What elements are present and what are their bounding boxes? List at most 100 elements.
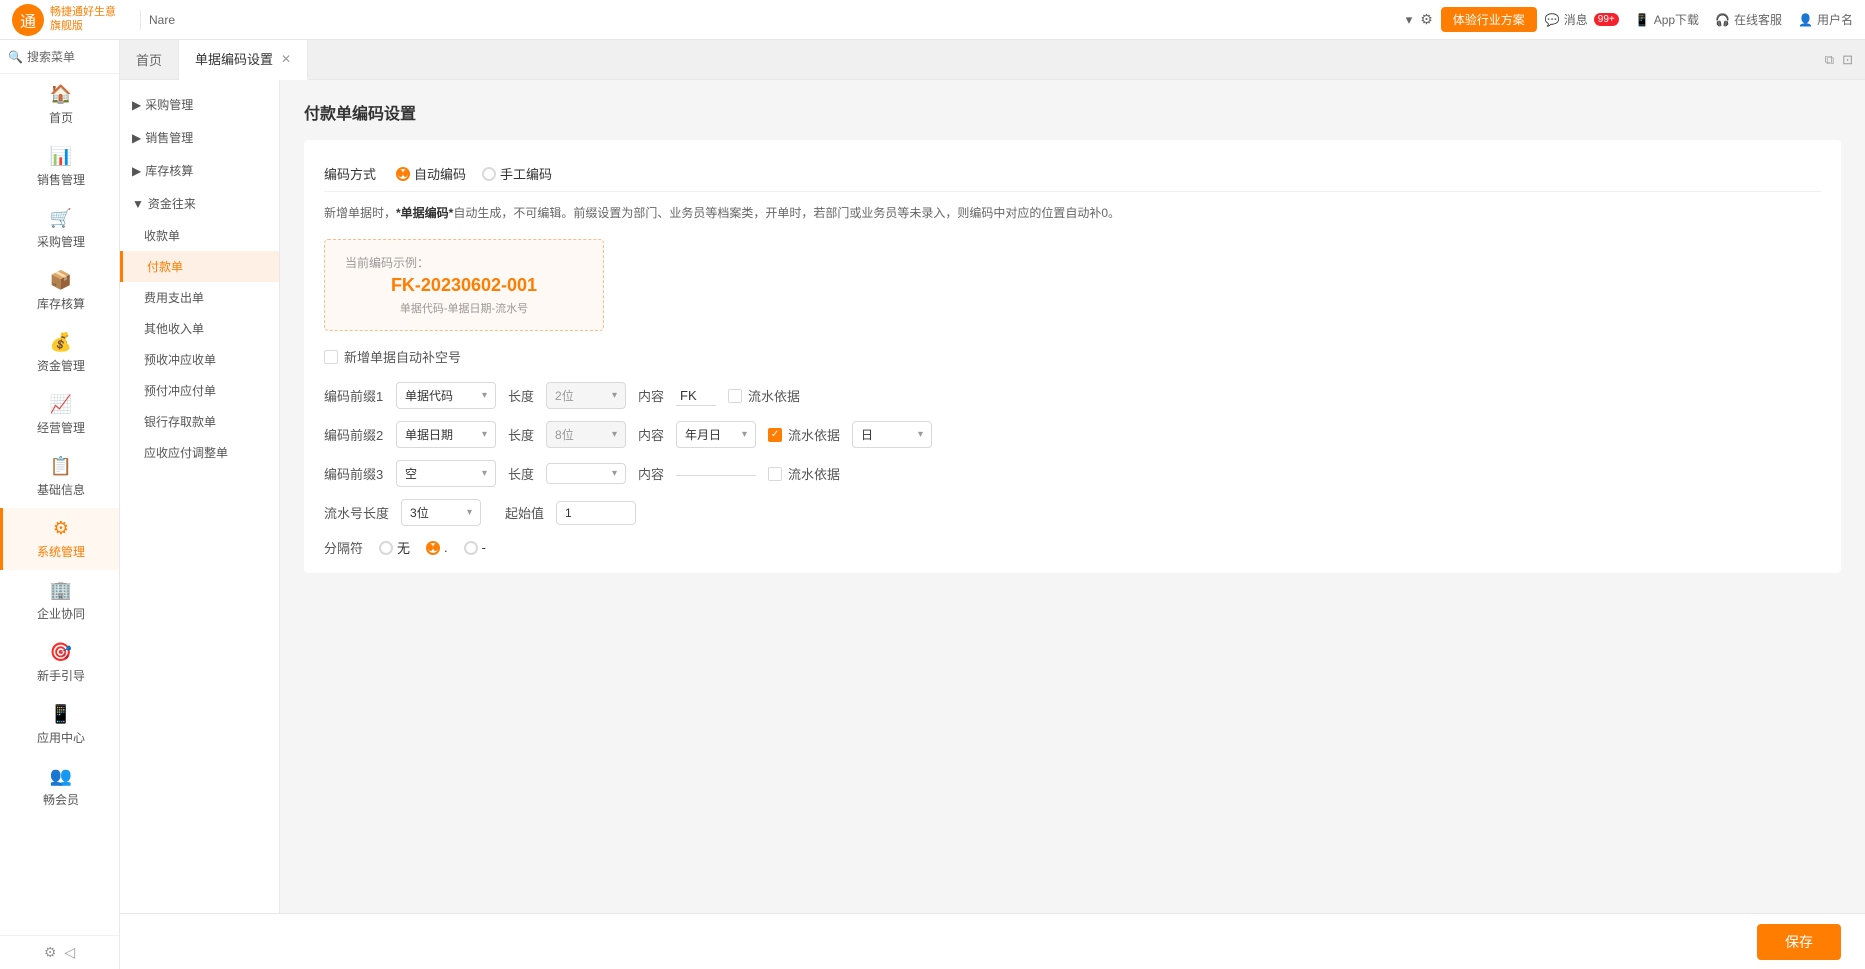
- sidebar-item-system[interactable]: ⚙ 系统管理: [0, 508, 119, 570]
- user-avatar: 👤: [1798, 13, 1813, 27]
- sub-item-receipt[interactable]: 收款单: [120, 220, 279, 251]
- collapse-icon[interactable]: ◁: [64, 944, 75, 961]
- manual-encode-radio[interactable]: 手工编码: [482, 164, 552, 183]
- content-2-select[interactable]: 年月日 ▾: [676, 421, 756, 448]
- logo-text: 畅捷通好生意 旗舰版: [50, 6, 116, 32]
- length-1-select[interactable]: 2位 ▾: [546, 382, 626, 409]
- tab-home[interactable]: 首页: [120, 40, 179, 80]
- message-item[interactable]: 💬 消息 99+: [1545, 11, 1619, 28]
- auto-encode-radio[interactable]: 自动编码: [396, 164, 466, 183]
- settings-icon[interactable]: ⚙: [1420, 11, 1433, 28]
- chevron-down-len2: ▾: [612, 429, 617, 440]
- top-bar-divider: [140, 10, 141, 30]
- encode-method-label: 编码方式: [324, 164, 376, 183]
- sub-group-sales-title[interactable]: ▶ 销售管理: [120, 121, 279, 154]
- sidebar-item-sales[interactable]: 📊 销售管理: [0, 136, 119, 198]
- serial-length-select[interactable]: 3位 ▾: [401, 499, 481, 526]
- settings-bottom-icon[interactable]: ⚙: [44, 944, 57, 961]
- tab-close-icon[interactable]: ✕: [281, 52, 291, 66]
- bottom-save-bar: 保存: [280, 913, 1865, 969]
- tab-encode-settings[interactable]: 单据编码设置 ✕: [179, 40, 308, 80]
- preview-code: FK-20230602-001: [345, 275, 583, 296]
- sub-item-adjust[interactable]: 应收应付调整单: [120, 437, 279, 468]
- length-2-label: 长度: [508, 425, 534, 444]
- download-icon: 📱: [1635, 13, 1650, 27]
- content-1-label: 内容: [638, 386, 664, 405]
- sidebar-item-member[interactable]: 👥 畅会员: [0, 756, 119, 818]
- sub-group-finance: ▼ 资金往来 收款单 付款单 费用支出单 其他收入单 预收冲应收单 预付冲应付单…: [120, 187, 279, 468]
- serial-2-checkbox[interactable]: ✓ 流水依据: [768, 425, 840, 444]
- serial-1-checkbox[interactable]: 流水依据: [728, 386, 800, 405]
- sidebar-item-enterprise[interactable]: 🏢 企业协同: [0, 570, 119, 632]
- prefix-3-label: 编码前缀3: [324, 464, 384, 483]
- logo: 通 畅捷通好生意 旗舰版: [12, 4, 132, 36]
- inventory-icon: 📦: [50, 270, 72, 291]
- sub-item-expense[interactable]: 费用支出单: [120, 282, 279, 313]
- save-button[interactable]: 保存: [1757, 924, 1841, 960]
- chevron-down-serial-len: ▾: [467, 507, 472, 518]
- sidebar: 🔍 搜索菜单 🏠 首页 📊 销售管理 🛒 采购管理 📦 库存核算 💰 资金管理 …: [0, 40, 120, 969]
- sub-group-sales: ▶ 销售管理: [120, 121, 279, 154]
- company-dropdown[interactable]: ▾: [1406, 12, 1413, 28]
- sep-dot-radio[interactable]: .: [426, 540, 448, 555]
- prefix-2-select[interactable]: 单据日期 ▾: [396, 421, 496, 448]
- enterprise-icon: 🏢: [50, 580, 72, 601]
- sidebar-item-inventory[interactable]: 📦 库存核算: [0, 260, 119, 322]
- auto-fill-checkbox[interactable]: 新增单据自动补空号: [324, 347, 461, 366]
- logo-icon: 通: [12, 4, 44, 36]
- sub-item-other-income[interactable]: 其他收入单: [120, 313, 279, 344]
- tab-bar-actions: ⧉ ⊡: [1813, 52, 1865, 68]
- preview-box: 当前编码示例： FK-20230602-001 单据代码-单据日期-流水号: [324, 239, 604, 331]
- sep-dash-circle: [464, 541, 478, 555]
- sub-group-finance-title[interactable]: ▼ 资金往来: [120, 187, 279, 220]
- tab-minimize-icon[interactable]: ⧉: [1825, 52, 1834, 68]
- sidebar-item-basic[interactable]: 📋 基础信息: [0, 446, 119, 508]
- preview-label: 当前编码示例：: [345, 254, 583, 271]
- encode-method-row: 编码方式 自动编码 手工编码: [324, 156, 1821, 192]
- serial-unit-select[interactable]: 日 ▾: [852, 421, 932, 448]
- operation-icon: 📈: [50, 394, 72, 415]
- sidebar-search[interactable]: 🔍 搜索菜单: [0, 40, 119, 74]
- newguide-icon: 🎯: [50, 642, 72, 663]
- encode-method-radio-group: 自动编码 手工编码: [396, 164, 552, 183]
- sub-item-bank[interactable]: 银行存取款单: [120, 406, 279, 437]
- sep-dash-radio[interactable]: -: [464, 540, 486, 555]
- length-2-select[interactable]: 8位 ▾: [546, 421, 626, 448]
- prefix-3-select[interactable]: 空 ▾: [396, 460, 496, 487]
- prefix-row-1: 编码前缀1 单据代码 ▾ 长度 2位 ▾ 内容 FK: [324, 382, 1821, 409]
- basic-icon: 📋: [50, 456, 72, 477]
- content-3-label: 内容: [638, 464, 664, 483]
- start-value-input[interactable]: [556, 501, 636, 525]
- sep-none-radio[interactable]: 无: [379, 538, 410, 557]
- prefix-1-select[interactable]: 单据代码 ▾: [396, 382, 496, 409]
- serial-3-checkbox[interactable]: 流水依据: [768, 464, 840, 483]
- sidebar-item-home[interactable]: 🏠 首页: [0, 74, 119, 136]
- sub-item-advance-pay[interactable]: 预付冲应付单: [120, 375, 279, 406]
- sub-group-inventory-title[interactable]: ▶ 库存核算: [120, 154, 279, 187]
- length-1-label: 长度: [508, 386, 534, 405]
- sidebar-item-finance[interactable]: 💰 资金管理: [0, 322, 119, 384]
- appcenter-icon: 📱: [50, 704, 72, 725]
- user-item[interactable]: 👤 用户名: [1798, 11, 1853, 28]
- sidebar-item-appcenter[interactable]: 📱 应用中心: [0, 694, 119, 756]
- auto-fill-row: 新增单据自动补空号: [324, 347, 1821, 366]
- member-icon: 👥: [50, 766, 72, 787]
- sidebar-item-newguide[interactable]: 🎯 新手引导: [0, 632, 119, 694]
- service-item[interactable]: 🎧 在线客服: [1715, 11, 1782, 28]
- length-3-select[interactable]: ▾: [546, 463, 626, 484]
- trial-button[interactable]: 体验行业方案: [1441, 7, 1537, 32]
- separator-label: 分隔符: [324, 538, 363, 557]
- sidebar-item-purchase[interactable]: 🛒 采购管理: [0, 198, 119, 260]
- download-item[interactable]: 📱 App下载: [1635, 11, 1699, 28]
- tab-bar: 首页 单据编码设置 ✕ ⧉ ⊡: [120, 40, 1865, 80]
- chevron-down-prefix2: ▾: [482, 429, 487, 440]
- tab-expand-icon[interactable]: ⊡: [1842, 52, 1853, 68]
- sub-item-advance-receive[interactable]: 预收冲应收单: [120, 344, 279, 375]
- prefix-1-label: 编码前缀1: [324, 386, 384, 405]
- chevron-down-prefix3: ▾: [482, 468, 487, 479]
- sidebar-item-operation[interactable]: 📈 经营管理: [0, 384, 119, 446]
- serial-length-row: 流水号长度 3位 ▾ 起始值: [324, 499, 1821, 526]
- auto-encode-circle: [396, 167, 410, 181]
- sub-group-purchase-title[interactable]: ▶ 采购管理: [120, 88, 279, 121]
- sub-item-payment[interactable]: 付款单: [120, 251, 279, 282]
